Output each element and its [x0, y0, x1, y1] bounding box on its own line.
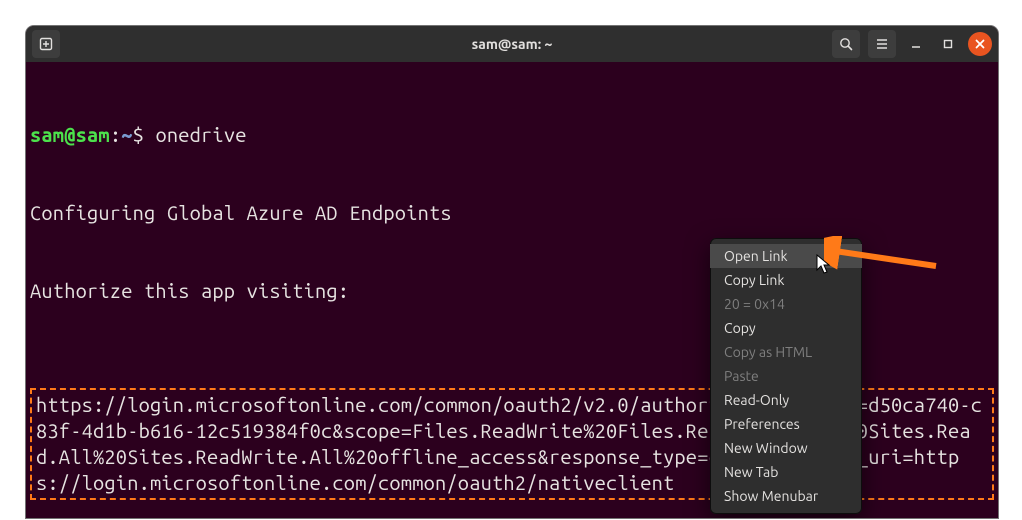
search-button[interactable] — [832, 30, 860, 58]
prompt-separator: : — [110, 123, 121, 146]
close-button[interactable] — [968, 32, 992, 56]
context-menu-item-0[interactable]: Open Link — [710, 244, 862, 268]
output-line-1: Configuring Global Azure AD Endpoints — [30, 200, 994, 226]
context-menu-item-3[interactable]: Copy — [710, 316, 862, 340]
maximize-button[interactable] — [936, 32, 960, 56]
prompt-user-host: sam@sam — [30, 123, 110, 146]
context-menu-item-2: 20 = 0x14 — [710, 292, 862, 316]
close-icon — [974, 38, 986, 50]
titlebar: sam@sam: ~ — [26, 26, 998, 62]
context-menu-item-10[interactable]: Show Menubar — [710, 484, 862, 508]
context-menu: Open LinkCopy Link20 = 0x14CopyCopy as H… — [710, 238, 862, 514]
context-menu-item-1[interactable]: Copy Link — [710, 268, 862, 292]
new-tab-icon — [38, 36, 54, 52]
context-menu-item-8[interactable]: New Window — [710, 436, 862, 460]
prompt-line: sam@sam:~$ onedrive — [30, 122, 994, 148]
terminal-window: sam@sam: ~ — [26, 26, 998, 518]
context-menu-item-9[interactable]: New Tab — [710, 460, 862, 484]
command-text: onedrive — [155, 123, 246, 146]
context-menu-item-5: Paste — [710, 364, 862, 388]
context-menu-item-4: Copy as HTML — [710, 340, 862, 364]
maximize-icon — [942, 38, 954, 50]
prompt-path: ~ — [121, 123, 132, 146]
prompt-dollar: $ — [133, 123, 144, 146]
minimize-icon — [910, 38, 922, 50]
minimize-button[interactable] — [904, 32, 928, 56]
menu-button[interactable] — [868, 30, 896, 58]
search-icon — [838, 36, 854, 52]
context-menu-item-6[interactable]: Read-Only — [710, 388, 862, 412]
context-menu-item-7[interactable]: Preferences — [710, 412, 862, 436]
new-tab-button[interactable] — [32, 30, 60, 58]
hamburger-icon — [874, 36, 890, 52]
